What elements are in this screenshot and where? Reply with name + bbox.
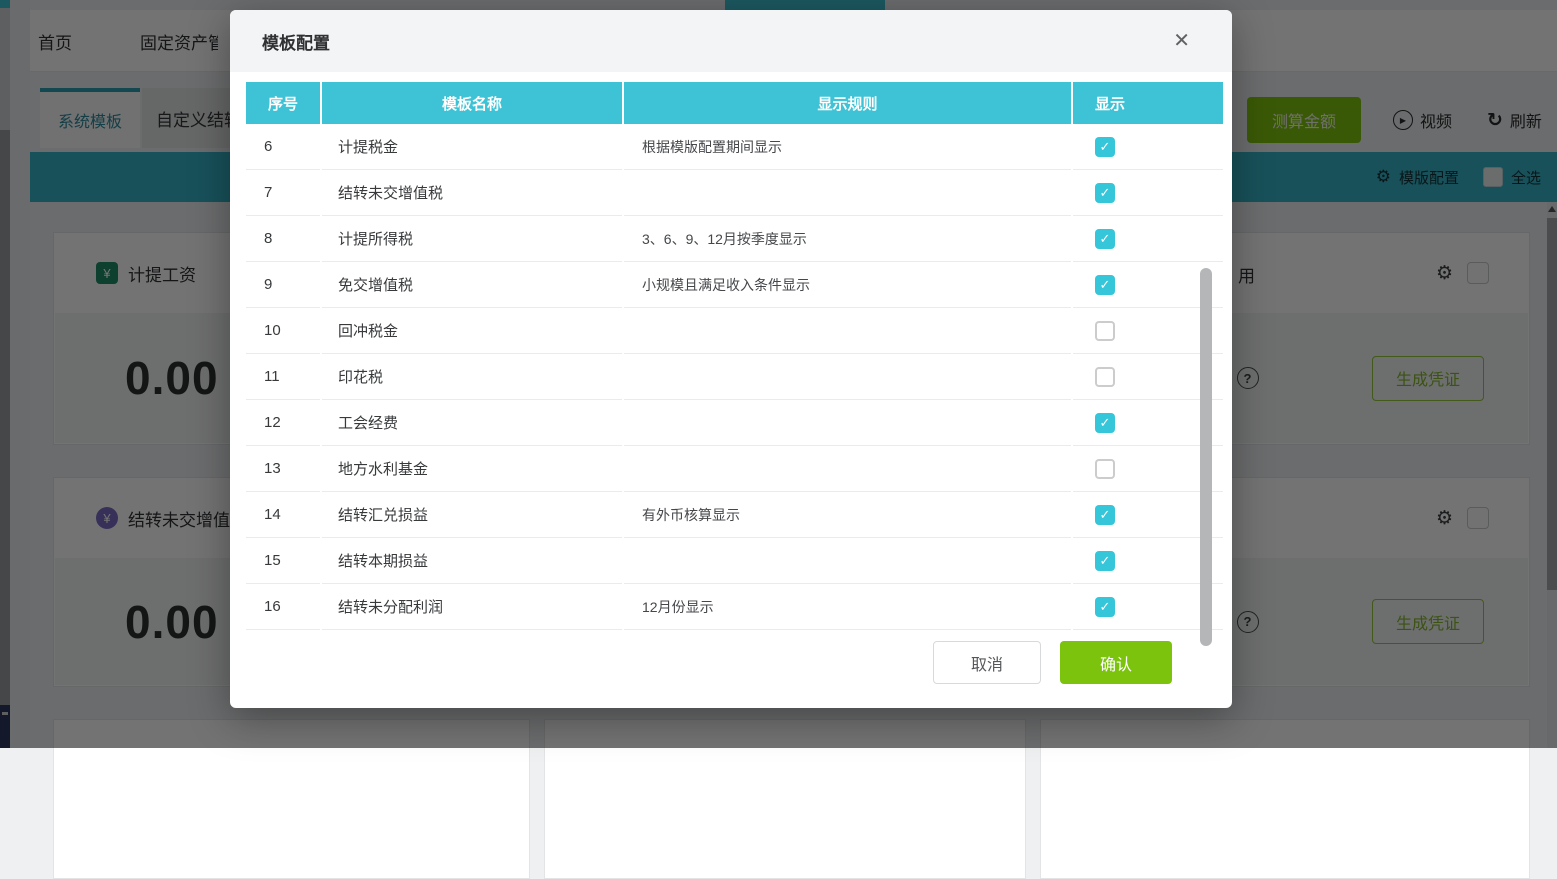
row-name: 计提所得税 — [322, 216, 622, 262]
table-row: 9 免交增值税 小规模且满足收入条件显示 ✓ — [246, 262, 1223, 308]
modal-scrollbar-thumb[interactable] — [1200, 268, 1212, 646]
row-name: 计提税金 — [322, 124, 622, 170]
row-rule — [624, 170, 1071, 216]
table-row: 13 地方水利基金 — [246, 446, 1223, 492]
header-name: 模板名称 — [322, 82, 622, 124]
row-no: 11 — [246, 354, 320, 400]
confirm-button[interactable]: 确认 — [1060, 641, 1172, 684]
row-no: 10 — [246, 308, 320, 354]
table-row: 10 回冲税金 — [246, 308, 1223, 354]
row-checkbox[interactable] — [1095, 366, 1115, 387]
row-checkbox[interactable]: ✓ — [1095, 504, 1115, 525]
row-checkbox[interactable]: ✓ — [1095, 550, 1115, 571]
cancel-button[interactable]: 取消 — [933, 641, 1041, 684]
row-no: 13 — [246, 446, 320, 492]
row-name: 结转未分配利润 — [322, 584, 622, 630]
row-checkbox[interactable] — [1095, 320, 1115, 341]
modal-title: 模板配置 — [262, 33, 330, 53]
template-config-modal: 模板配置 ✕ 序号 模板名称 显示规则 显示 6 计提税金 根据模版配置期间显示… — [230, 10, 1232, 708]
row-no: 14 — [246, 492, 320, 538]
template-table: 序号 模板名称 显示规则 显示 6 计提税金 根据模版配置期间显示 ✓ 7 结转… — [244, 82, 1223, 630]
row-rule: 根据模版配置期间显示 — [624, 124, 1071, 170]
table-row: 8 计提所得税 3、6、9、12月按季度显示 ✓ — [246, 216, 1223, 262]
row-name: 结转本期损益 — [322, 538, 622, 584]
modal-titlebar: 模板配置 ✕ — [230, 10, 1232, 72]
row-name: 结转未交增值税 — [322, 170, 622, 216]
row-checkbox[interactable]: ✓ — [1095, 182, 1115, 203]
row-checkbox[interactable]: ✓ — [1095, 228, 1115, 249]
table-row: 11 印花税 — [246, 354, 1223, 400]
row-name: 工会经费 — [322, 400, 622, 446]
row-no: 9 — [246, 262, 320, 308]
row-checkbox[interactable]: ✓ — [1095, 412, 1115, 433]
row-no: 12 — [246, 400, 320, 446]
row-rule: 小规模且满足收入条件显示 — [624, 262, 1071, 308]
template-table-body: 6 计提税金 根据模版配置期间显示 ✓ 7 结转未交增值税 ✓ 8 计提所得税 … — [246, 124, 1223, 630]
header-rule: 显示规则 — [624, 82, 1071, 124]
row-rule — [624, 400, 1071, 446]
table-row: 16 结转未分配利润 12月份显示 ✓ — [246, 584, 1223, 630]
header-show: 显示 — [1073, 82, 1223, 124]
table-header-row: 序号 模板名称 显示规则 显示 — [246, 82, 1223, 124]
row-checkbox[interactable] — [1095, 458, 1115, 479]
row-rule: 有外币核算显示 — [624, 492, 1071, 538]
header-no: 序号 — [246, 82, 320, 124]
table-row: 7 结转未交增值税 ✓ — [246, 170, 1223, 216]
table-row: 12 工会经费 ✓ — [246, 400, 1223, 446]
table-row: 15 结转本期损益 ✓ — [246, 538, 1223, 584]
row-no: 15 — [246, 538, 320, 584]
row-checkbox[interactable]: ✓ — [1095, 136, 1115, 157]
table-row: 6 计提税金 根据模版配置期间显示 ✓ — [246, 124, 1223, 170]
row-rule: 3、6、9、12月按季度显示 — [624, 216, 1071, 262]
row-no: 6 — [246, 124, 320, 170]
row-rule — [624, 354, 1071, 400]
row-no: 16 — [246, 584, 320, 630]
row-name: 结转汇兑损益 — [322, 492, 622, 538]
row-name: 印花税 — [322, 354, 622, 400]
row-checkbox[interactable]: ✓ — [1095, 274, 1115, 295]
row-rule — [624, 308, 1071, 354]
table-row: 14 结转汇兑损益 有外币核算显示 ✓ — [246, 492, 1223, 538]
row-rule: 12月份显示 — [624, 584, 1071, 630]
row-no: 7 — [246, 170, 320, 216]
row-checkbox[interactable]: ✓ — [1095, 596, 1115, 617]
row-name: 地方水利基金 — [322, 446, 622, 492]
row-name: 免交增值税 — [322, 262, 622, 308]
row-no: 8 — [246, 216, 320, 262]
row-rule — [624, 538, 1071, 584]
row-name: 回冲税金 — [322, 308, 622, 354]
row-rule — [624, 446, 1071, 492]
close-icon[interactable]: ✕ — [1167, 30, 1196, 52]
